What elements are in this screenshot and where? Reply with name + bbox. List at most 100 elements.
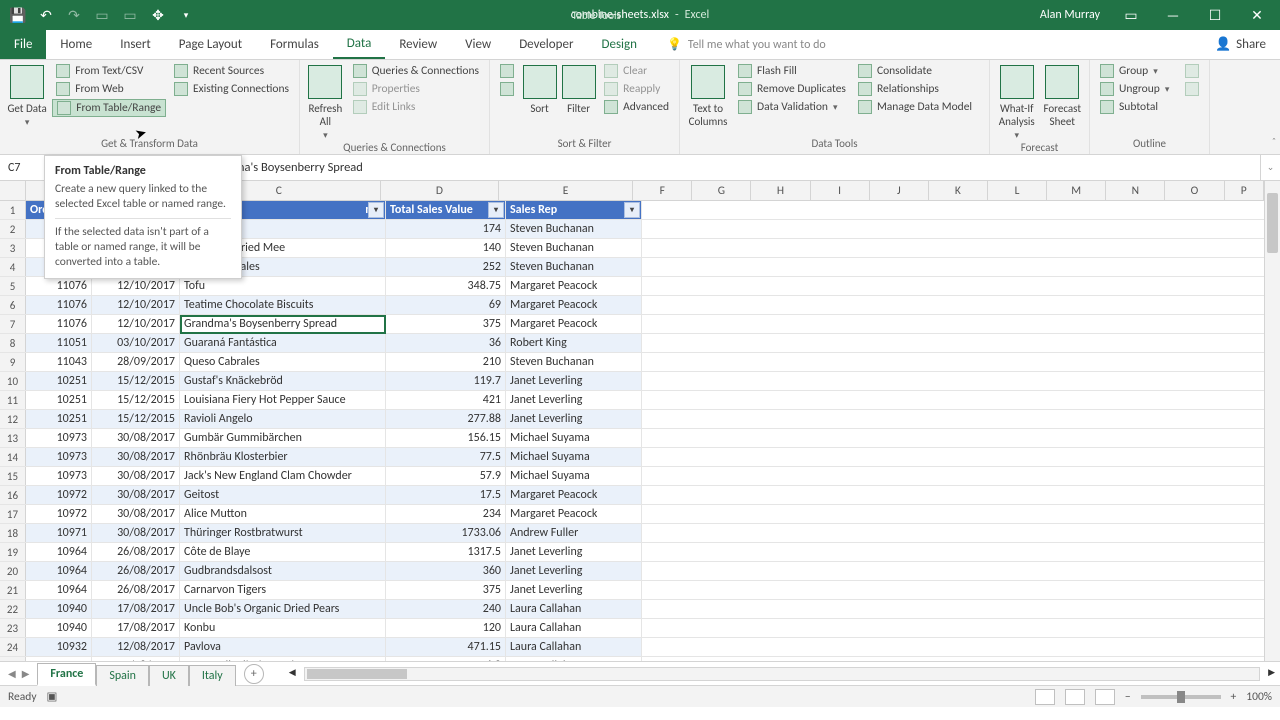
reapply-button[interactable]: Reapply [600,81,673,97]
cell[interactable]: 11043 [26,353,92,371]
column-header[interactable]: N [1106,181,1165,200]
relationships-button[interactable]: Relationships [854,81,976,97]
column-header[interactable]: P [1225,181,1264,200]
cell[interactable]: Steven Buchanan [506,258,642,276]
cell[interactable]: 421 [386,391,506,409]
cell[interactable]: Michael Suyama [506,429,642,447]
sort-asc-button[interactable] [496,63,518,79]
tab-view[interactable]: View [451,30,505,59]
cell[interactable]: Pavlova [180,638,386,656]
cell[interactable]: 10973 [26,448,92,466]
cell[interactable]: 30/08/2017 [92,486,180,504]
cell[interactable]: 12/10/2017 [92,315,180,333]
cell[interactable]: 10964 [26,581,92,599]
cell[interactable]: 77.5 [386,448,506,466]
advanced-button[interactable]: Advanced [600,99,673,115]
cell[interactable]: Janet Leverling [506,581,642,599]
cell[interactable]: 17/08/2017 [92,600,180,618]
cell[interactable]: 210 [386,353,506,371]
cell[interactable]: Michael Suyama [506,448,642,466]
qat-icon[interactable]: ▭ [118,3,142,27]
cell[interactable]: 348.75 [386,277,506,295]
cell[interactable]: Gustaf's Knäckebröd [180,372,386,390]
cell[interactable]: 10940 [26,619,92,637]
row-header[interactable]: 24 [0,638,26,656]
row-header[interactable]: 3 [0,239,26,257]
cell[interactable]: Laura Callahan [506,600,642,618]
row-header[interactable]: 16 [0,486,26,504]
cell[interactable]: 360 [386,562,506,580]
cell[interactable]: 57.9 [386,467,506,485]
qat-icon[interactable]: ▭ [90,3,114,27]
tell-me-search[interactable]: 💡 Tell me what you want to do [651,30,1201,59]
sheet-tab[interactable]: France [37,663,96,686]
row-header[interactable]: 19 [0,543,26,561]
queries-connections-button[interactable]: Queries & Connections [349,63,483,79]
sheet-nav-next-icon[interactable]: ▶ [22,667,30,680]
zoom-level[interactable]: 100% [1246,690,1272,704]
cell[interactable]: 15/12/2015 [92,372,180,390]
cell[interactable]: Laura Callahan [506,638,642,656]
cell[interactable]: 10251 [26,372,92,390]
select-all-corner[interactable] [0,181,26,201]
column-header[interactable]: I [811,181,870,200]
zoom-handle[interactable] [1177,691,1185,703]
zoom-slider[interactable] [1141,695,1221,699]
cell[interactable]: 26/08/2017 [92,543,180,561]
existing-connections-button[interactable]: Existing Connections [170,81,293,97]
cell[interactable]: Queso Cabrales [180,353,386,371]
cell[interactable]: Ravioli Angelo [180,410,386,428]
column-header[interactable]: M [1047,181,1106,200]
cell[interactable]: Carnarvon Tigers [180,581,386,599]
row-header[interactable]: 5 [0,277,26,295]
zoom-in-icon[interactable]: + [1231,690,1237,704]
row-header[interactable]: 8 [0,334,26,352]
cell[interactable]: Uncle Bob's Organic Dried Pears [180,600,386,618]
cell[interactable]: 12/08/2017 [92,638,180,656]
flash-fill-button[interactable]: Flash Fill [734,63,850,79]
forecast-sheet-button[interactable]: Forecast Sheet [1042,63,1084,128]
cell[interactable]: 11051 [26,334,92,352]
cell[interactable]: Margaret Peacock [506,277,642,295]
row-header[interactable]: 10 [0,372,26,390]
normal-view-icon[interactable] [1035,689,1055,705]
cell[interactable]: Louisiana Fiery Hot Pepper Sauce [180,391,386,409]
cell[interactable]: 119.7 [386,372,506,390]
from-table-range-button[interactable]: From Table/Range [52,99,166,117]
whatif-button[interactable]: What-If Analysis [996,63,1038,141]
cell[interactable]: Janet Leverling [506,391,642,409]
row-header[interactable]: 9 [0,353,26,371]
sheet-tab[interactable]: Spain [96,665,149,686]
column-header[interactable]: O [1165,181,1224,200]
cell[interactable]: 17.5 [386,486,506,504]
row-header[interactable]: 14 [0,448,26,466]
save-icon[interactable]: 💾 [6,3,30,27]
row-header[interactable]: 11 [0,391,26,409]
cell[interactable]: 15/12/2015 [92,410,180,428]
sheet-tab[interactable]: UK [149,665,189,686]
cell[interactable]: 15/12/2015 [92,391,180,409]
tab-data[interactable]: Data [333,30,386,59]
share-button[interactable]: 👤 Share [1201,30,1280,59]
cell[interactable]: Robert King [506,334,642,352]
tab-design[interactable]: Design [587,30,650,59]
group-button[interactable]: Group [1096,63,1173,79]
cell[interactable]: 10971 [26,524,92,542]
cell[interactable]: 30/08/2017 [92,429,180,447]
tab-review[interactable]: Review [385,30,451,59]
from-text-csv-button[interactable]: From Text/CSV [52,63,166,79]
cell[interactable]: Steven Buchanan [506,239,642,257]
cell[interactable]: 140 [386,239,506,257]
row-header[interactable]: 2 [0,220,26,238]
cell[interactable]: 10972 [26,505,92,523]
cell[interactable]: 17/08/2017 [92,619,180,637]
tab-insert[interactable]: Insert [106,30,165,59]
sheet-tab[interactable]: Italy [189,665,236,686]
cell[interactable]: Rhönbräu Klosterbier [180,448,386,466]
formula-input[interactable]: Grandma's Boysenberry Spread [195,155,1260,180]
column-header[interactable]: K [929,181,988,200]
table-header[interactable]: Total Sales Value▾ [386,201,506,219]
cell[interactable]: Laura Callahan [506,619,642,637]
ungroup-button[interactable]: Ungroup [1096,81,1173,97]
cell[interactable]: 375 [386,315,506,333]
